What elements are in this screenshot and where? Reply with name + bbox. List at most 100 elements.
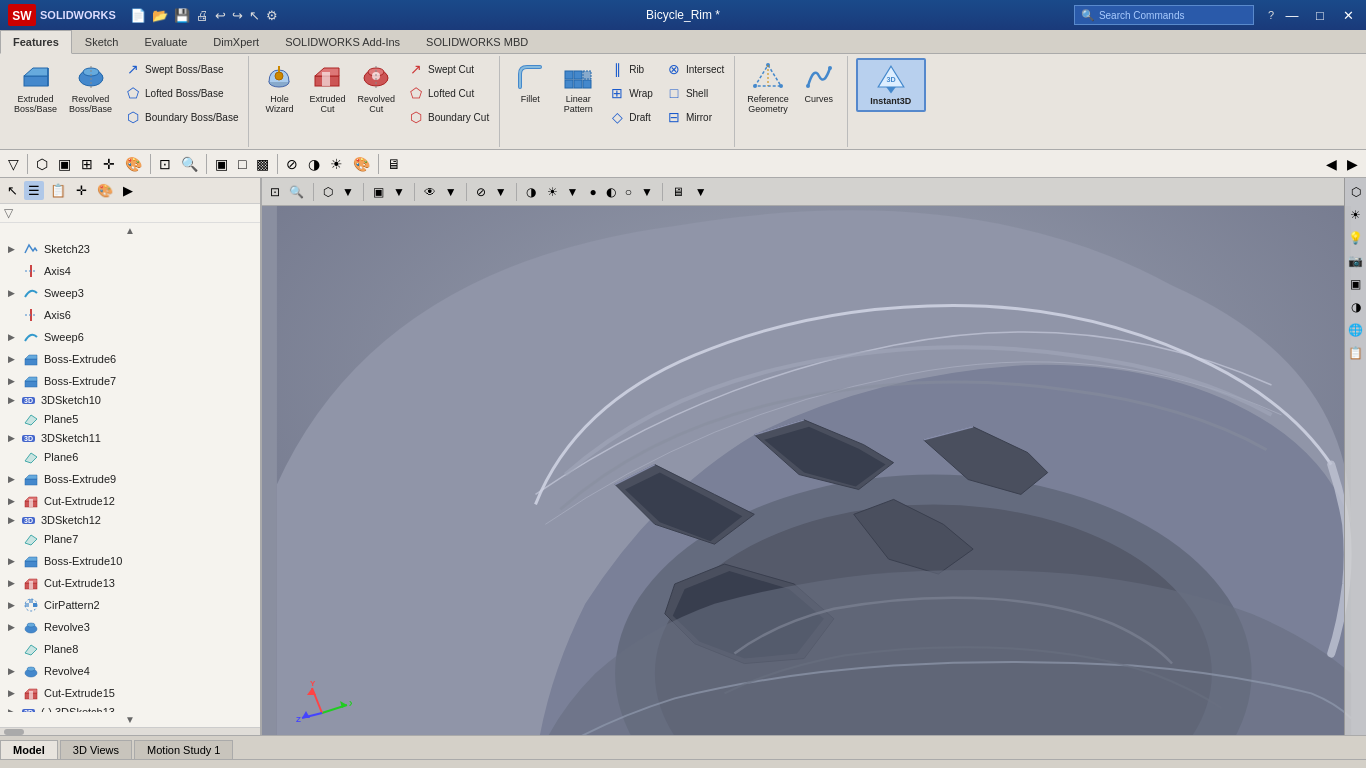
vt-orient[interactable]: ⬡ xyxy=(319,183,337,201)
save-btn[interactable]: 💾 xyxy=(174,8,190,23)
tree-item-revolve4[interactable]: ▶ Revolve4 xyxy=(0,660,260,682)
tree-item-cut-extrude12[interactable]: ▶ Cut-Extrude12 xyxy=(0,490,260,512)
tab-dimxpert[interactable]: DimXpert xyxy=(200,30,272,53)
view-display-shaded[interactable]: ▣ xyxy=(211,154,232,174)
curves-btn[interactable]: Curves xyxy=(797,58,841,108)
tree-item-cirpattern2[interactable]: ▶ CirPattern2 xyxy=(0,594,260,616)
tab-evaluate[interactable]: Evaluate xyxy=(132,30,201,53)
select-btn[interactable]: ↖ xyxy=(249,8,260,23)
vt-monitor[interactable]: 🖥 xyxy=(668,183,688,201)
model-viewport[interactable]: X Y Z xyxy=(262,206,1366,735)
vt-color-arrow[interactable]: ▼ xyxy=(637,183,657,201)
redo-btn[interactable]: ↪ xyxy=(232,8,243,23)
tree-item-3dsketch11[interactable]: ▶ 3D 3DSketch11 xyxy=(0,430,260,446)
tree-item-axis6[interactable]: Axis6 xyxy=(0,304,260,326)
vt-display-arrow[interactable]: ▼ xyxy=(389,183,409,201)
ri-btn2[interactable]: ☀ xyxy=(1346,205,1366,225)
reference-geometry-btn[interactable]: ReferenceGeometry xyxy=(743,58,793,118)
tab-motion-study[interactable]: Motion Study 1 xyxy=(134,740,233,759)
tree-scroll-up[interactable]: ▲ xyxy=(0,223,260,238)
revolved-boss-btn[interactable]: RevolvedBoss/Base xyxy=(65,58,116,118)
cmd-filter-icon[interactable]: ▽ xyxy=(4,154,23,174)
vt-section[interactable]: ⊘ xyxy=(472,183,490,201)
tree-list-btn[interactable]: ☰ xyxy=(24,181,44,200)
vt-zoom-inout[interactable]: 🔍 xyxy=(285,183,308,201)
linear-pattern-btn[interactable]: LinearPattern xyxy=(556,58,600,118)
draft-btn[interactable]: ◇ Draft xyxy=(604,106,657,128)
viewport[interactable]: ⊡ 🔍 ⬡ ▼ ▣ ▼ 👁 ▼ ⊘ ▼ xyxy=(262,178,1366,735)
hole-wizard-btn[interactable]: HoleWizard xyxy=(257,58,301,118)
options-btn[interactable]: ⚙ xyxy=(266,8,278,23)
vt-zoom-fit[interactable]: ⊡ xyxy=(266,183,284,201)
extruded-boss-btn[interactable]: ExtrudedBoss/Base xyxy=(10,58,61,118)
lofted-cut-btn[interactable]: ⬠ Lofted Cut xyxy=(403,82,493,104)
revolved-cut-btn[interactable]: RevolvedCut xyxy=(353,58,399,118)
vt-appear[interactable]: ◑ xyxy=(522,183,540,201)
tab-mbd[interactable]: SOLIDWORKS MBD xyxy=(413,30,541,53)
print-btn[interactable]: 🖨 xyxy=(196,8,209,23)
open-btn[interactable]: 📂 xyxy=(152,8,168,23)
view-monitor[interactable]: 🖥 xyxy=(383,154,405,174)
tree-item-cut-extrude15[interactable]: ▶ Cut-Extrude15 xyxy=(0,682,260,704)
vt-hide-show[interactable]: 👁 xyxy=(420,183,440,201)
cmd-view4[interactable]: ✛ xyxy=(99,154,119,174)
cmd-view1[interactable]: ⬡ xyxy=(32,154,52,174)
ri-btn7[interactable]: 🌐 xyxy=(1346,320,1366,340)
extruded-cut-btn[interactable]: ExtrudedCut xyxy=(305,58,349,118)
ri-btn3[interactable]: 💡 xyxy=(1346,228,1366,248)
tree-item-3dsketch10[interactable]: ▶ 3D 3DSketch10 xyxy=(0,392,260,408)
tab-3d-views[interactable]: 3D Views xyxy=(60,740,132,759)
view-display-hlr[interactable]: ▩ xyxy=(252,154,273,174)
help-btn[interactable]: ? xyxy=(1268,9,1274,21)
tree-item-cut-extrude13[interactable]: ▶ Cut-Extrude13 xyxy=(0,572,260,594)
cmd-color-wheel[interactable]: 🎨 xyxy=(121,154,146,174)
tree-item-revolve3[interactable]: ▶ Revolve3 xyxy=(0,616,260,638)
view-zoom-inout[interactable]: 🔍 xyxy=(177,154,202,174)
boundary-boss-btn[interactable]: ⬡ Boundary Boss/Base xyxy=(120,106,242,128)
close-btn[interactable]: ✕ xyxy=(1338,8,1358,23)
tree-expand-btn[interactable]: ▶ xyxy=(119,181,137,200)
minimize-btn[interactable]: — xyxy=(1282,8,1302,23)
boundary-cut-btn[interactable]: ⬡ Boundary Cut xyxy=(403,106,493,128)
tab-addins[interactable]: SOLIDWORKS Add-Ins xyxy=(272,30,413,53)
search-box[interactable]: 🔍 Search Commands xyxy=(1074,5,1254,25)
tree-item-boss-extrude6[interactable]: ▶ Boss-Extrude6 xyxy=(0,348,260,370)
restore-btn[interactable]: □ xyxy=(1310,8,1330,23)
hscroll-thumb[interactable] xyxy=(4,729,24,735)
tab-sketch[interactable]: Sketch xyxy=(72,30,132,53)
vt-scene[interactable]: ☀ xyxy=(543,183,562,201)
tree-scroll-down[interactable]: ▼ xyxy=(0,712,260,727)
tree-item-boss-extrude7[interactable]: ▶ Boss-Extrude7 xyxy=(0,370,260,392)
vt-color1[interactable]: ● xyxy=(585,183,600,201)
tree-item-sweep6[interactable]: ▶ Sweep6 xyxy=(0,326,260,348)
rib-btn[interactable]: ∥ Rib xyxy=(604,58,657,80)
tab-features[interactable]: Features xyxy=(0,30,72,54)
view-zoom-fit[interactable]: ⊡ xyxy=(155,154,175,174)
view-shadow[interactable]: ◑ xyxy=(304,154,324,174)
ri-btn4[interactable]: 📷 xyxy=(1346,251,1366,271)
vt-monitor-arrow[interactable]: ▼ xyxy=(691,183,711,201)
fillet-btn[interactable]: Fillet xyxy=(508,58,552,108)
view-section[interactable]: ⊘ xyxy=(282,154,302,174)
ri-btn1[interactable]: ⬡ xyxy=(1346,182,1366,202)
lofted-boss-btn[interactable]: ⬠ Lofted Boss/Base xyxy=(120,82,242,104)
tree-item-plane5[interactable]: Plane5 xyxy=(0,408,260,430)
vt-orient-arrow[interactable]: ▼ xyxy=(338,183,358,201)
ri-btn5[interactable]: ▣ xyxy=(1346,274,1366,294)
swept-boss-btn[interactable]: ↗ Swept Boss/Base xyxy=(120,58,242,80)
view-ambient[interactable]: ☀ xyxy=(326,154,347,174)
cmd-view2[interactable]: ▣ xyxy=(54,154,75,174)
tree-cursor-btn[interactable]: ↖ xyxy=(3,181,22,200)
view-appear[interactable]: 🎨 xyxy=(349,154,374,174)
tree-display-btn[interactable]: 🎨 xyxy=(93,181,117,200)
ri-btn6[interactable]: ◑ xyxy=(1346,297,1366,317)
vt-section-arrow[interactable]: ▼ xyxy=(491,183,511,201)
ri-btn8[interactable]: 📋 xyxy=(1346,343,1366,363)
vt-scene-arrow[interactable]: ▼ xyxy=(563,183,583,201)
tree-item-plane6[interactable]: Plane6 xyxy=(0,446,260,468)
undo-btn[interactable]: ↩ xyxy=(215,8,226,23)
swept-cut-btn[interactable]: ↗ Swept Cut xyxy=(403,58,493,80)
vt-color3[interactable]: ○ xyxy=(621,183,636,201)
intersect-btn[interactable]: ⊗ Intersect xyxy=(661,58,728,80)
vt-color2[interactable]: ◐ xyxy=(602,183,620,201)
